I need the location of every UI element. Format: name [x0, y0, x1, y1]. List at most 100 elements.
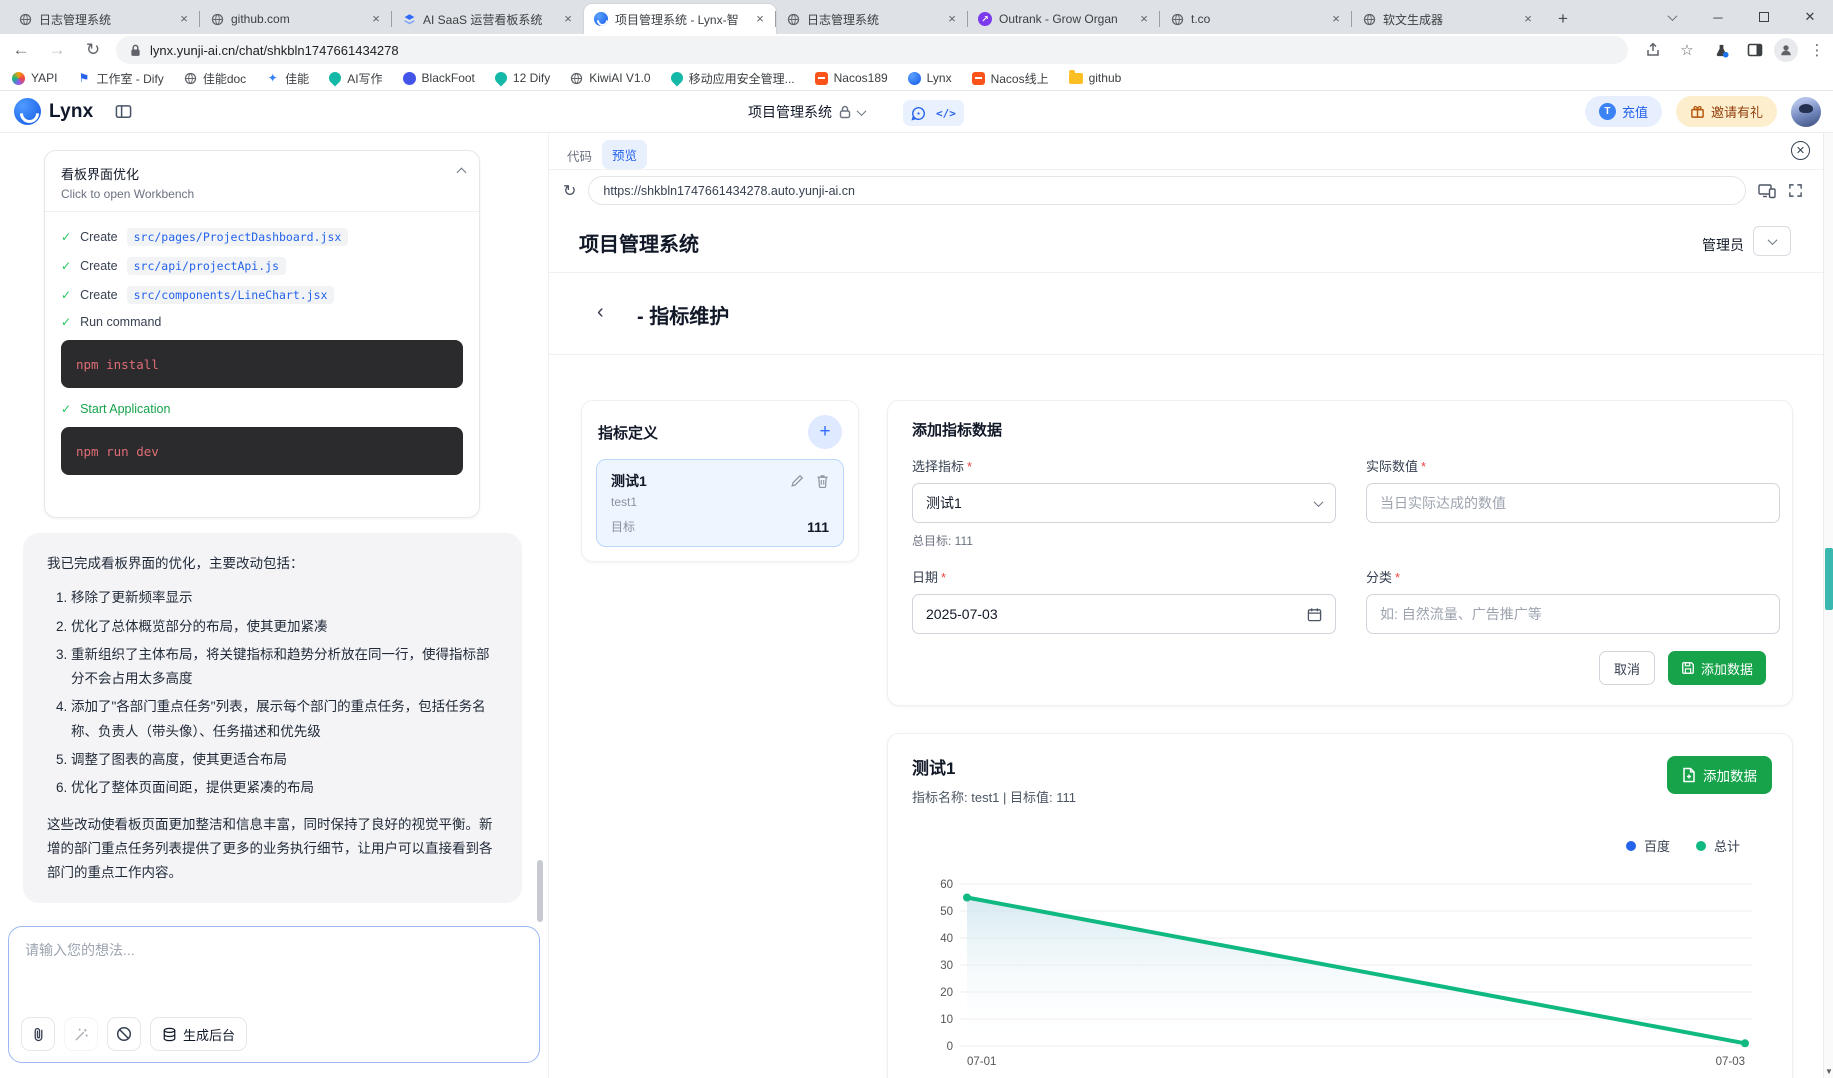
window-close-button[interactable]: ✕	[1787, 0, 1833, 34]
bookmark-item[interactable]: 12 Dify	[495, 71, 550, 85]
date-input[interactable]: 2025-07-03	[912, 594, 1336, 634]
bookmark-item[interactable]: Lynx	[908, 71, 952, 85]
window-scrollbar[interactable]: ▼	[1823, 133, 1833, 1078]
stop-button[interactable]	[107, 1017, 141, 1051]
workbench-card[interactable]: 看板界面优化 Click to open Workbench ✓ Create …	[44, 150, 480, 518]
scrollbar-thumb[interactable]	[1825, 548, 1833, 610]
submit-data-button[interactable]: 添加数据	[1668, 651, 1766, 685]
browser-tab[interactable]: github.com ×	[200, 4, 392, 34]
browser-tab[interactable]: t.co ×	[1160, 4, 1352, 34]
bookmark-item[interactable]: ✦佳能	[266, 70, 309, 87]
bookmark-item[interactable]: YAPI	[12, 71, 57, 85]
calendar-icon	[1307, 607, 1322, 622]
browser-tab-active[interactable]: 项目管理系统 - Lynx-智 ×	[584, 4, 776, 34]
forward-button[interactable]: →	[42, 36, 72, 64]
window-minimize-button[interactable]: ─	[1695, 0, 1741, 34]
new-tab-button[interactable]: +	[1550, 6, 1576, 32]
tab-close-icon[interactable]: ×	[752, 11, 768, 27]
metric-item[interactable]: 测试1 test1 目标 111	[596, 459, 844, 547]
wing-favicon	[327, 70, 344, 87]
bookmark-item[interactable]: Nacos线上	[972, 70, 1049, 87]
workbench-header[interactable]: 看板界面优化 Click to open Workbench	[45, 151, 479, 212]
check-icon: ✓	[61, 259, 71, 273]
side-panel-icon[interactable]	[1740, 36, 1770, 64]
file-chip[interactable]: src/components/LineChart.jsx	[127, 286, 335, 304]
delete-trash-icon[interactable]	[816, 474, 829, 489]
extension-icon[interactable]	[1706, 36, 1736, 64]
bookmark-item[interactable]: 佳能doc	[184, 70, 246, 87]
browser-tab[interactable]: 日志管理系统 ×	[8, 4, 200, 34]
legend-dot-icon	[1696, 841, 1706, 851]
enhance-button[interactable]	[64, 1017, 98, 1051]
tab-title: 日志管理系统	[39, 11, 169, 28]
preview-url-bar[interactable]: https://shkbln1747661434278.auto.yunji-a…	[588, 176, 1746, 205]
preview-refresh-icon[interactable]: ↻	[563, 181, 576, 201]
chat-input[interactable]	[25, 942, 523, 958]
device-preview-icon[interactable]	[1758, 183, 1776, 199]
yapi-favicon	[12, 72, 25, 85]
generate-backend-button[interactable]: 生成后台	[150, 1017, 247, 1051]
bookmark-item[interactable]: 移动应用安全管理...	[671, 70, 795, 87]
tab-preview[interactable]: 预览	[602, 140, 647, 169]
edit-pencil-icon[interactable]	[790, 474, 804, 488]
tab-search-icon[interactable]	[1649, 0, 1695, 34]
browser-tab[interactable]: ↗ Outrank - Grow Organ ×	[968, 4, 1160, 34]
address-bar[interactable]: lynx.yunji-ai.cn/chat/shkbln174766143427…	[116, 36, 1628, 64]
bookmark-item[interactable]: Nacos189	[815, 71, 888, 85]
preview-panel: 代码 预览 ✕ ↻ https://shkbln1747661434278.au…	[548, 133, 1823, 1078]
file-chip[interactable]: src/pages/ProjectDashboard.jsx	[127, 228, 349, 246]
tab-close-icon[interactable]: ×	[944, 11, 960, 27]
globe-favicon	[786, 12, 800, 26]
tab-close-icon[interactable]: ×	[1328, 11, 1344, 27]
browser-tab[interactable]: 日志管理系统 ×	[776, 4, 968, 34]
tab-close-icon[interactable]: ×	[368, 11, 384, 27]
invite-button[interactable]: 邀请有礼	[1676, 96, 1777, 127]
cancel-button[interactable]: 取消	[1599, 651, 1655, 685]
tab-close-icon[interactable]: ×	[560, 11, 576, 27]
layers-favicon	[402, 12, 416, 26]
bookmark-star-icon[interactable]: ☆	[1672, 36, 1702, 64]
tab-close-icon[interactable]: ×	[1136, 11, 1152, 27]
tab-close-icon[interactable]: ×	[1520, 11, 1536, 27]
bookmark-item[interactable]: github	[1069, 71, 1122, 85]
preview-close-icon[interactable]: ✕	[1791, 141, 1810, 160]
browser-tab[interactable]: AI SaaS 运营看板系统 ×	[392, 4, 584, 34]
browser-tab[interactable]: 软文生成器 ×	[1352, 4, 1544, 34]
category-input[interactable]	[1380, 606, 1766, 622]
attach-button[interactable]	[21, 1017, 55, 1051]
run-command-step: ✓ Run command	[61, 315, 463, 329]
fullscreen-icon[interactable]	[1788, 183, 1803, 198]
brand[interactable]: Lynx	[14, 98, 132, 125]
menu-dots-icon[interactable]: ⋮	[1802, 36, 1832, 64]
metric-select[interactable]: 测试1	[912, 483, 1336, 523]
bookmark-item[interactable]: ⚑工作室 - Dify	[77, 70, 163, 87]
file-chip[interactable]: src/api/projectApi.js	[127, 257, 286, 275]
actual-value-input[interactable]	[1380, 495, 1766, 511]
share-icon[interactable]	[1638, 36, 1668, 64]
legend-item[interactable]: 总计	[1696, 836, 1740, 855]
chat-scrollbar-thumb[interactable]	[537, 860, 543, 922]
window-maximize-button[interactable]	[1741, 0, 1787, 34]
tab-close-icon[interactable]: ×	[176, 11, 192, 27]
legend-item[interactable]: 百度	[1626, 836, 1670, 855]
tab-title: github.com	[231, 12, 361, 26]
refresh-button[interactable]: ↻	[78, 36, 108, 64]
add-metric-button[interactable]: +	[808, 415, 842, 449]
back-chevron-icon[interactable]: ‹	[597, 301, 604, 324]
bookmark-item[interactable]: AI写作	[329, 70, 382, 87]
chat-bubble-icon[interactable]	[911, 106, 926, 121]
add-data-button[interactable]: 添加数据	[1667, 756, 1772, 794]
scroll-down-arrow-icon[interactable]: ▼	[1824, 1067, 1833, 1076]
bookmark-item[interactable]: BlackFoot	[403, 71, 475, 85]
tab-code[interactable]: 代码	[567, 146, 592, 165]
project-title-dropdown[interactable]: 项目管理系统	[748, 102, 865, 122]
back-button[interactable]: ←	[6, 36, 36, 64]
profile-avatar[interactable]	[1774, 38, 1798, 62]
sidebar-toggle-icon[interactable]	[115, 104, 132, 119]
user-avatar[interactable]	[1791, 97, 1821, 127]
bookmark-item[interactable]: KiwiAI V1.0	[570, 71, 650, 85]
code-icon[interactable]: </>	[936, 107, 956, 120]
required-asterisk: *	[967, 459, 972, 474]
recharge-button[interactable]: T 充值	[1585, 96, 1662, 127]
role-dropdown[interactable]	[1753, 226, 1791, 256]
